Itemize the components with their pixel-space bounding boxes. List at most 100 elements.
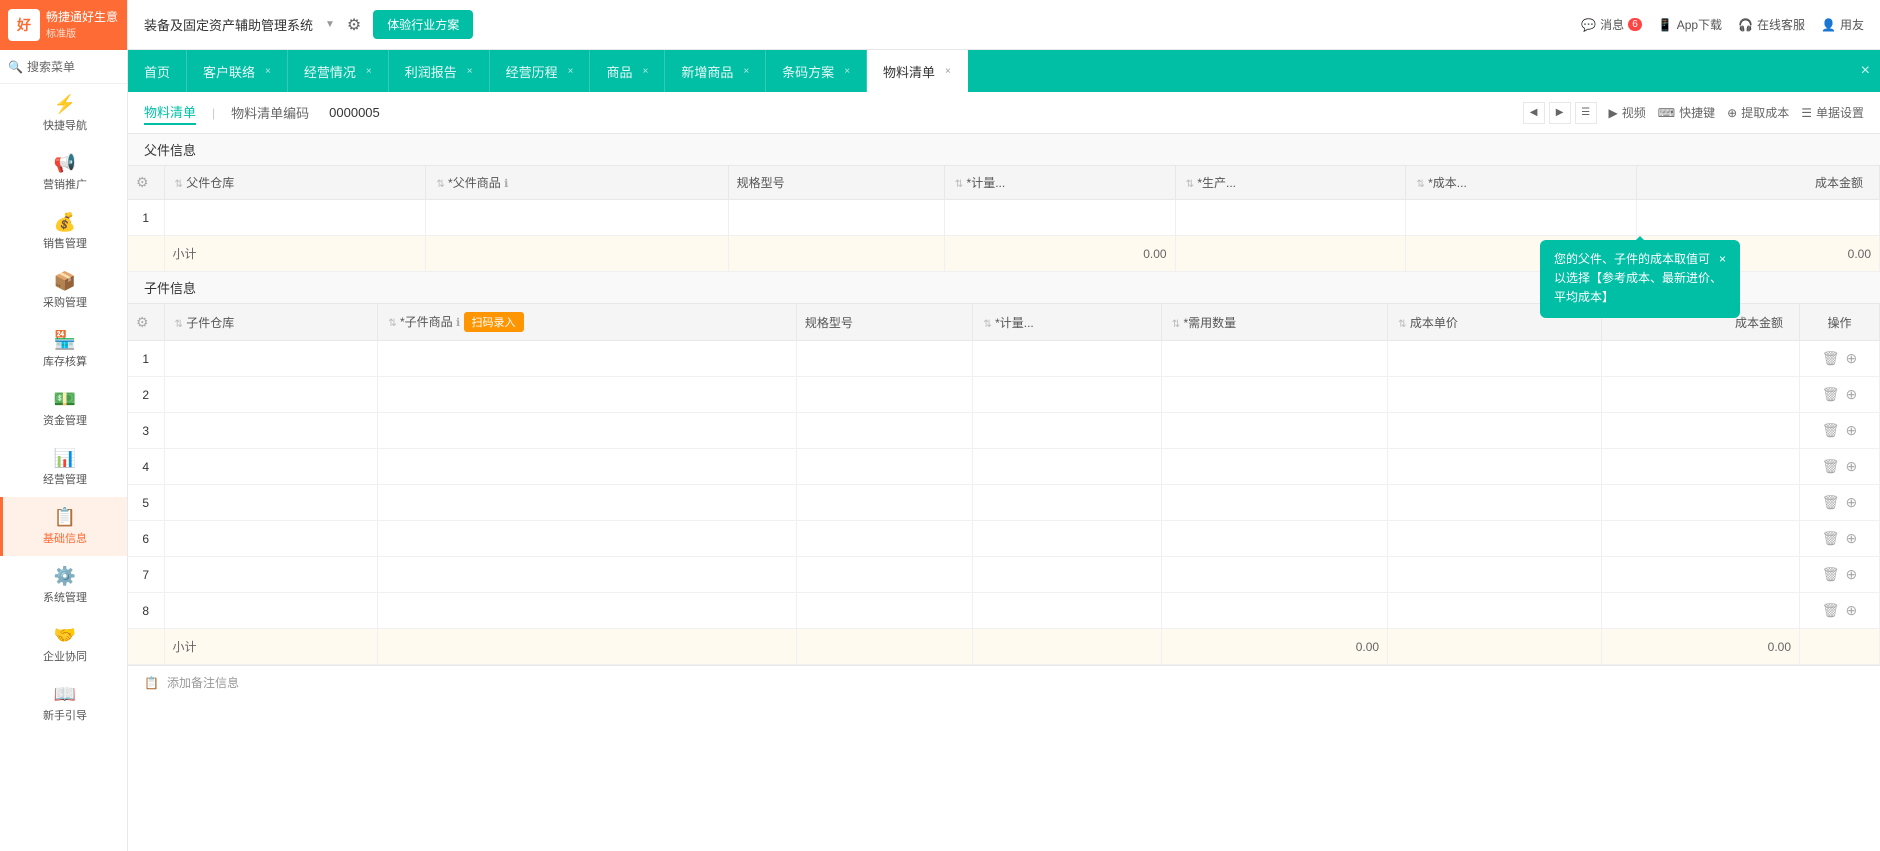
child-cell-unit-1[interactable] [973,341,1161,377]
copy-icon-8[interactable]: ⊕ [1846,602,1858,619]
child-cell-product-7[interactable] [378,557,797,593]
child-cell-spec-3[interactable] [796,413,972,449]
copy-icon-7[interactable]: ⊕ [1846,566,1858,583]
child-cell-product-6[interactable] [378,521,797,557]
child-cell-unit-2[interactable] [973,377,1161,413]
delete-icon-3[interactable]: 🗑 [1822,422,1840,439]
child-cell-unit-cost-2[interactable] [1388,377,1602,413]
tab-operation-close[interactable]: × [366,66,372,77]
delete-icon-6[interactable]: 🗑 [1822,530,1840,547]
child-cell-warehouse-7[interactable] [164,557,378,593]
parent-cell-product-1[interactable] [426,200,728,236]
child-cell-unit-cost-4[interactable] [1388,449,1602,485]
copy-icon-6[interactable]: ⊕ [1846,530,1858,547]
tab-goods[interactable]: 商品 × [590,50,665,92]
child-cell-warehouse-2[interactable] [164,377,378,413]
delete-icon-5[interactable]: 🗑 [1822,494,1840,511]
trial-button[interactable]: 体验行业方案 [373,10,473,39]
sidebar-item-inventory[interactable]: 🏪 库存核算 [0,320,127,379]
tab-customer[interactable]: 客户联络 × [187,50,288,92]
nav-prev-btn[interactable]: ◀ [1523,102,1545,124]
tab-profit[interactable]: 利润报告 × [389,50,490,92]
child-cell-product-3[interactable] [378,413,797,449]
child-cell-qty-3[interactable] [1161,413,1387,449]
copy-icon-1[interactable]: ⊕ [1846,350,1858,367]
user-item[interactable]: 👤 用友 [1821,16,1864,33]
sidebar-item-enterprise[interactable]: 🤝 企业协同 [0,615,127,674]
parent-cell-unit-1[interactable] [944,200,1175,236]
tab-customer-close[interactable]: × [265,66,271,77]
child-cell-qty-7[interactable] [1161,557,1387,593]
copy-icon-3[interactable]: ⊕ [1846,422,1858,439]
sidebar-item-operations[interactable]: 📊 经营管理 [0,438,127,497]
content-tab-bom[interactable]: 物料清单 [144,100,196,125]
child-cell-qty-5[interactable] [1161,485,1387,521]
tab-operation[interactable]: 经营情况 × [288,50,389,92]
nav-next-btn[interactable]: ▶ [1549,102,1571,124]
child-cell-unit-5[interactable] [973,485,1161,521]
sidebar-item-system[interactable]: ⚙️ 系统管理 [0,556,127,615]
child-cell-qty-1[interactable] [1161,341,1387,377]
child-cell-spec-7[interactable] [796,557,972,593]
app-download-item[interactable]: 📱 App下载 [1658,16,1722,33]
sidebar-item-sales[interactable]: 💰 销售管理 [0,202,127,261]
child-cell-unit-cost-3[interactable] [1388,413,1602,449]
parent-cell-spec-1[interactable] [728,200,944,236]
child-cell-warehouse-5[interactable] [164,485,378,521]
sidebar-item-basic-info[interactable]: 📋 基础信息 [0,497,127,556]
child-cell-product-2[interactable] [378,377,797,413]
table-settings-icon[interactable]: ⚙ [136,174,149,190]
child-cell-qty-8[interactable] [1161,593,1387,629]
child-cell-warehouse-8[interactable] [164,593,378,629]
child-cell-unit-4[interactable] [973,449,1161,485]
child-cell-spec-5[interactable] [796,485,972,521]
child-cell-warehouse-3[interactable] [164,413,378,449]
extract-cost-btn[interactable]: ⊕ 提取成本 [1727,104,1789,121]
tab-bom-close[interactable]: × [945,66,951,77]
child-cell-unit-cost-7[interactable] [1388,557,1602,593]
child-cell-spec-8[interactable] [796,593,972,629]
child-cell-unit-7[interactable] [973,557,1161,593]
child-cell-unit-6[interactable] [973,521,1161,557]
sidebar-item-purchase[interactable]: 📦 采购管理 [0,261,127,320]
nav-menu-btn[interactable]: ☰ [1575,102,1597,124]
copy-icon-4[interactable]: ⊕ [1846,458,1858,475]
delete-icon-2[interactable]: 🗑 [1822,386,1840,403]
sidebar-item-marketing[interactable]: 📢 营销推广 [0,143,127,202]
delete-icon-1[interactable]: 🗑 [1822,350,1840,367]
child-cell-qty-2[interactable] [1161,377,1387,413]
view-btn[interactable]: ▶ 视频 [1609,104,1646,121]
child-cell-spec-4[interactable] [796,449,972,485]
delete-icon-7[interactable]: 🗑 [1822,566,1840,583]
parent-cell-cost-1[interactable] [1406,200,1637,236]
tab-history[interactable]: 经营历程 × [490,50,591,92]
child-cell-unit-cost-8[interactable] [1388,593,1602,629]
single-setting-btn[interactable]: ☰ 单据设置 [1801,104,1864,121]
tab-goods-close[interactable]: × [642,66,648,77]
child-cell-product-4[interactable] [378,449,797,485]
child-cell-unit-cost-6[interactable] [1388,521,1602,557]
shortcut-btn[interactable]: ⌨ 快捷键 [1658,104,1715,121]
tab-barcode[interactable]: 条码方案 × [766,50,867,92]
tab-barcode-close[interactable]: × [844,66,850,77]
sidebar-item-finance[interactable]: 💵 资金管理 [0,379,127,438]
dropdown-arrow-icon[interactable]: ▼ [325,19,335,30]
tooltip-close-btn[interactable]: × [1719,250,1726,269]
tab-new-goods[interactable]: 新增商品 × [665,50,766,92]
parent-cell-warehouse-1[interactable] [164,200,426,236]
child-table-settings-icon[interactable]: ⚙ [136,314,149,330]
copy-icon-2[interactable]: ⊕ [1846,386,1858,403]
scan-button[interactable]: 扫码录入 [464,312,524,332]
sidebar-item-guide[interactable]: 📖 新手引导 [0,674,127,733]
child-cell-product-5[interactable] [378,485,797,521]
child-cell-spec-6[interactable] [796,521,972,557]
child-cell-warehouse-1[interactable] [164,341,378,377]
tab-profit-close[interactable]: × [467,66,473,77]
child-cell-product-8[interactable] [378,593,797,629]
messages-item[interactable]: 💬 消息 6 [1581,16,1642,33]
child-cell-unit-3[interactable] [973,413,1161,449]
delete-icon-8[interactable]: 🗑 [1822,602,1840,619]
sidebar-item-quick-nav[interactable]: ⚡ 快捷导航 [0,84,127,143]
child-cell-unit-cost-1[interactable] [1388,341,1602,377]
child-cell-spec-1[interactable] [796,341,972,377]
